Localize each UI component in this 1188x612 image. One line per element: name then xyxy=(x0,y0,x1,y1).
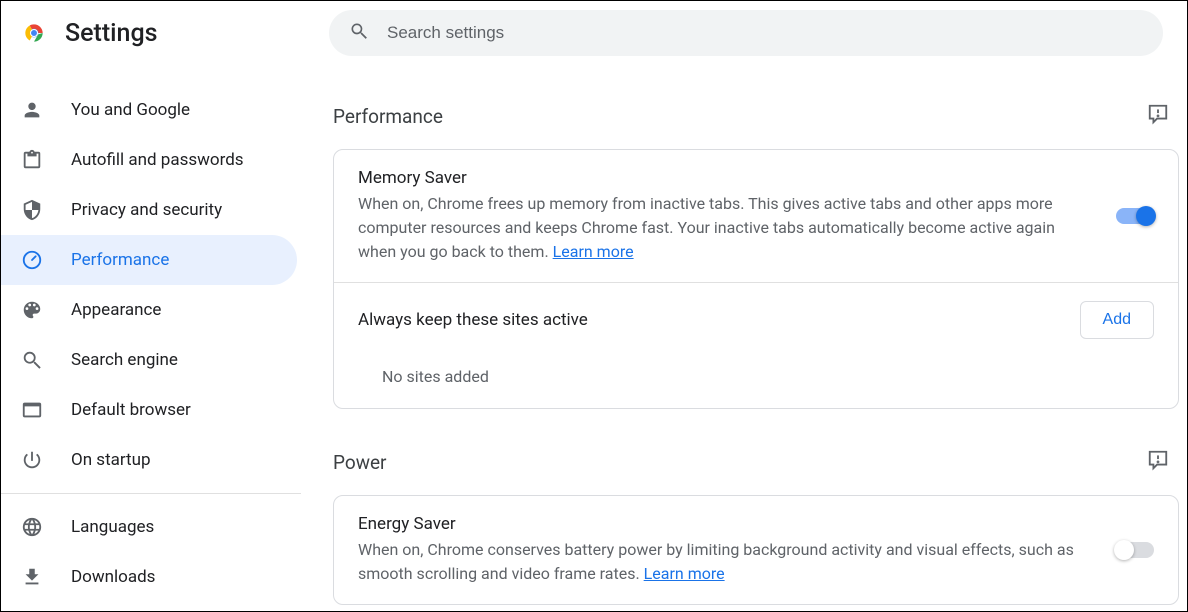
chrome-logo-icon xyxy=(21,20,47,46)
sidebar-item-on-startup[interactable]: On startup xyxy=(1,435,297,485)
page-title: Settings xyxy=(65,19,158,48)
sidebar-item-label: Default browser xyxy=(71,400,191,420)
section-title-performance: Performance xyxy=(333,105,443,128)
sidebar-item-label: Performance xyxy=(71,250,169,270)
memory-saver-learn-more[interactable]: Learn more xyxy=(553,242,634,261)
feedback-icon[interactable] xyxy=(1147,449,1169,475)
person-icon xyxy=(21,99,43,121)
sidebar-item-search-engine[interactable]: Search engine xyxy=(1,335,297,385)
sidebar-item-label: Languages xyxy=(71,517,154,537)
energy-saver-row: Energy Saver When on, Chrome conserves b… xyxy=(334,496,1178,604)
download-icon xyxy=(21,566,43,588)
search-icon xyxy=(21,349,43,371)
sidebar-item-autofill[interactable]: Autofill and passwords xyxy=(1,135,297,185)
memory-saver-desc: When on, Chrome frees up memory from ina… xyxy=(358,192,1092,264)
main-content: Performance Memory Saver When on, Chrome… xyxy=(301,65,1187,611)
search-icon xyxy=(349,21,369,45)
always-active-row: Always keep these sites active Add xyxy=(334,282,1178,357)
browser-icon xyxy=(21,399,43,421)
globe-icon xyxy=(21,516,43,538)
energy-saver-title: Energy Saver xyxy=(358,514,1092,534)
no-sites-added: No sites added xyxy=(334,357,1178,408)
energy-saver-desc: When on, Chrome conserves battery power … xyxy=(358,538,1092,586)
sidebar-item-label: Privacy and security xyxy=(71,200,222,220)
sidebar-item-label: Appearance xyxy=(71,300,161,320)
sidebar-item-languages[interactable]: Languages xyxy=(1,502,297,552)
feedback-icon[interactable] xyxy=(1147,103,1169,129)
shield-icon xyxy=(21,199,43,221)
sidebar-item-appearance[interactable]: Appearance xyxy=(1,285,297,335)
add-site-button[interactable]: Add xyxy=(1080,301,1154,339)
clipboard-icon xyxy=(21,149,43,171)
power-icon xyxy=(21,449,43,471)
sidebar-item-label: Downloads xyxy=(71,567,155,587)
sidebar-divider xyxy=(1,493,301,494)
energy-saver-learn-more[interactable]: Learn more xyxy=(644,564,725,583)
always-active-title: Always keep these sites active xyxy=(358,310,1056,330)
palette-icon xyxy=(21,299,43,321)
sidebar-item-default-browser[interactable]: Default browser xyxy=(1,385,297,435)
sidebar-item-label: You and Google xyxy=(71,100,190,120)
sidebar-item-downloads[interactable]: Downloads xyxy=(1,552,297,602)
sidebar-item-you-and-google[interactable]: You and Google xyxy=(1,85,297,135)
topbar: Settings xyxy=(1,1,1187,65)
memory-saver-row: Memory Saver When on, Chrome frees up me… xyxy=(334,150,1178,282)
sidebar-item-label: On startup xyxy=(71,450,151,470)
performance-card: Memory Saver When on, Chrome frees up me… xyxy=(333,149,1179,409)
section-title-power: Power xyxy=(333,451,387,474)
search-input[interactable] xyxy=(387,23,1143,43)
sidebar: You and Google Autofill and passwords Pr… xyxy=(1,65,301,611)
search-bar[interactable] xyxy=(329,10,1163,56)
energy-saver-toggle[interactable] xyxy=(1116,542,1154,558)
memory-saver-toggle[interactable] xyxy=(1116,208,1154,224)
sidebar-item-privacy[interactable]: Privacy and security xyxy=(1,185,297,235)
power-card: Energy Saver When on, Chrome conserves b… xyxy=(333,495,1179,605)
sidebar-item-performance[interactable]: Performance xyxy=(1,235,297,285)
sidebar-item-label: Autofill and passwords xyxy=(71,150,244,170)
sidebar-item-label: Search engine xyxy=(71,350,178,370)
speedometer-icon xyxy=(21,249,43,271)
memory-saver-title: Memory Saver xyxy=(358,168,1092,188)
